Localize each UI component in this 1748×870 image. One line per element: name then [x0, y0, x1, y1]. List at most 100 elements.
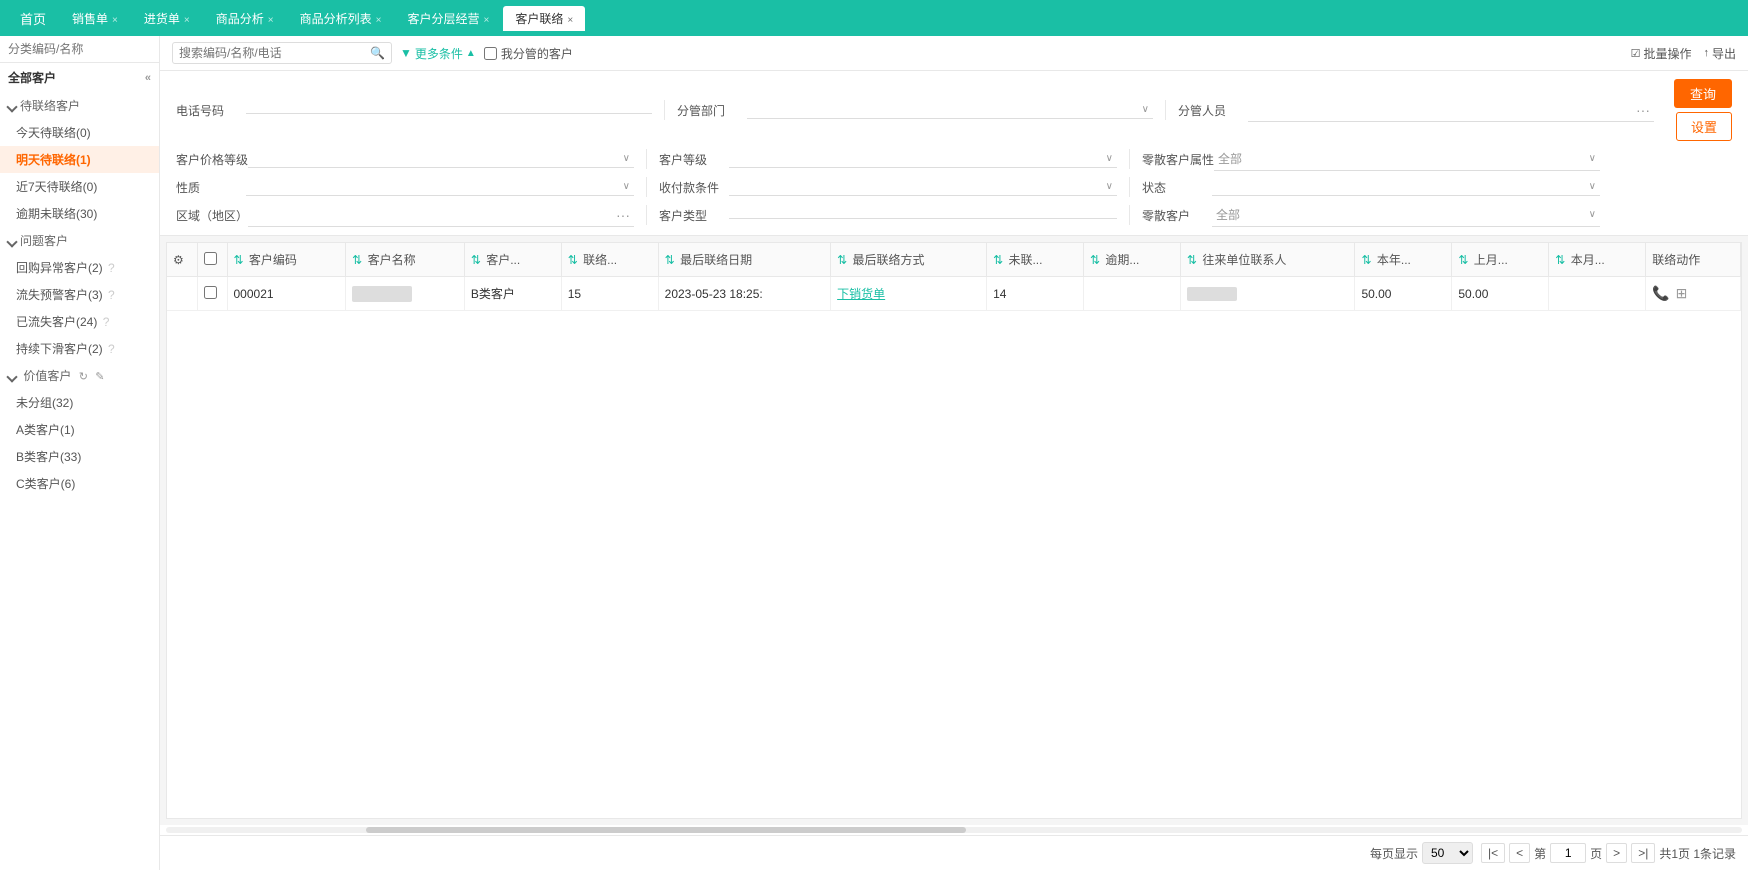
- nav-home[interactable]: 首页: [8, 5, 58, 32]
- row-this-month: [1549, 277, 1646, 311]
- col-name[interactable]: ⇅ 客户名称: [346, 243, 465, 277]
- export-btn[interactable]: ↑ 导出: [1703, 45, 1736, 62]
- problem-section-title: 问题客户: [0, 227, 159, 254]
- payment-chevron-icon: ∨: [1106, 181, 1113, 192]
- row-select-checkbox[interactable]: [204, 286, 217, 299]
- settings-button[interactable]: 设置: [1676, 112, 1732, 141]
- sidebar-item-class-c[interactable]: C类客户(6): [0, 470, 159, 497]
- sort-icon-ov: ⇅: [1090, 253, 1100, 267]
- collapse-icon[interactable]: «: [145, 72, 151, 84]
- col-this-year[interactable]: ⇅ 本年...: [1355, 243, 1452, 277]
- search-toolbar: 🔍 ▼ 更多条件 ▲ 我分管的客户 ☑ 批量操作 ↑ 导出: [160, 36, 1748, 71]
- value-level-select[interactable]: ∨: [248, 150, 634, 168]
- table-footer: 每页显示 50 100 200 |< < 第 页 > >| 共1页 1条记录: [160, 835, 1748, 870]
- row-last-method[interactable]: 下销货单: [831, 277, 987, 311]
- help-icon-0[interactable]: ?: [108, 261, 115, 275]
- filter-customer-level: 客户等级 ∨: [659, 150, 1117, 168]
- main-search-icon[interactable]: 🔍: [370, 46, 385, 60]
- action-grid-icon[interactable]: ⊞: [1676, 285, 1688, 302]
- help-icon-3[interactable]: ?: [108, 342, 115, 356]
- col-code[interactable]: ⇅ 客户编码: [227, 243, 346, 277]
- edit-icon[interactable]: ✎: [95, 371, 104, 383]
- sidebar-item-unclassified[interactable]: 未分组(32): [0, 389, 159, 416]
- col-this-month[interactable]: ⇅ 本月...: [1549, 243, 1646, 277]
- col-last-month[interactable]: ⇅ 上月...: [1452, 243, 1549, 277]
- pagination: |< < 第 页 > >| 共1页 1条记录: [1481, 843, 1736, 863]
- sidebar-item-churn-warning[interactable]: 流失预警客户(3) ?: [0, 281, 159, 308]
- help-icon-2[interactable]: ?: [103, 315, 110, 329]
- gender-select[interactable]: ∨: [246, 178, 634, 196]
- page-input[interactable]: [1550, 843, 1586, 863]
- col-last-method[interactable]: ⇅ 最后联络方式: [831, 243, 987, 277]
- customer-type-select[interactable]: [729, 212, 1117, 219]
- select-all-checkbox[interactable]: [204, 252, 217, 265]
- my-customers-checkbox-label[interactable]: 我分管的客户: [484, 45, 573, 62]
- sidebar-item-7days[interactable]: 近7天待联络(0): [0, 173, 159, 200]
- scrollbar-thumb[interactable]: [366, 827, 966, 833]
- col-last-date[interactable]: ⇅ 最后联络日期: [658, 243, 830, 277]
- export-icon: ↑: [1703, 47, 1709, 59]
- filter-payment: 收付款条件 ∨: [659, 178, 1117, 196]
- prev-page-btn[interactable]: <: [1509, 843, 1530, 863]
- row-name: [346, 277, 465, 311]
- nav-sales[interactable]: 销售单×: [60, 6, 130, 31]
- col-uncontacted[interactable]: ⇅ 未联...: [987, 243, 1084, 277]
- status-select[interactable]: ∨: [1212, 178, 1600, 196]
- value-section-title: 价值客户 ↻ ✎: [0, 362, 159, 389]
- batch-operation-btn[interactable]: ☑ 批量操作: [1631, 45, 1692, 62]
- retail-customer-select[interactable]: 全部 ∨: [1212, 203, 1600, 227]
- sort-icon-lm: ⇅: [1458, 253, 1468, 267]
- filter-region: 区域（地区） ···: [176, 204, 634, 227]
- sidebar-item-class-a[interactable]: A类客户(1): [0, 416, 159, 443]
- filter-retail-attr: 零散客户属性 全部 ∨: [1142, 147, 1600, 171]
- filter-phone: 电话号码: [176, 102, 652, 119]
- col-category[interactable]: ⇅ 客户...: [464, 243, 561, 277]
- col-overdue[interactable]: ⇅ 逾期...: [1083, 243, 1180, 277]
- top-navigation: 首页 销售单× 进货单× 商品分析× 商品分析列表× 客户分层经营× 客户联络×: [0, 0, 1748, 36]
- sidebar-item-tomorrow[interactable]: 明天待联络(1): [0, 146, 159, 173]
- nav-analysis-list[interactable]: 商品分析列表×: [288, 6, 394, 31]
- toolbar-right: ☑ 批量操作 ↑ 导出: [1631, 45, 1736, 62]
- nav-purchase[interactable]: 进货单×: [132, 6, 202, 31]
- last-page-btn[interactable]: >|: [1631, 843, 1655, 863]
- refresh-icon[interactable]: ↻: [79, 371, 88, 383]
- retail-attr-select[interactable]: 全部 ∨: [1214, 147, 1600, 171]
- main-search-input[interactable]: [179, 46, 370, 60]
- sidebar-item-churned[interactable]: 已流失客户(24) ?: [0, 308, 159, 335]
- sidebar-item-declining[interactable]: 持续下滑客户(2) ?: [0, 335, 159, 362]
- region-select[interactable]: ···: [248, 204, 634, 227]
- help-icon-1[interactable]: ?: [108, 288, 115, 302]
- col-contact-person[interactable]: ⇅ 往来单位联系人: [1180, 243, 1355, 277]
- more-conditions-btn[interactable]: ▼ 更多条件 ▲: [400, 45, 476, 62]
- horizontal-scrollbar[interactable]: [160, 825, 1748, 835]
- region-more-icon[interactable]: ···: [616, 207, 630, 223]
- filter-dept: 分管部门 ∨: [677, 101, 1153, 119]
- sidebar-item-class-b[interactable]: B类客户(33): [0, 443, 159, 470]
- dept-select[interactable]: ∨: [747, 101, 1153, 119]
- first-page-btn[interactable]: |<: [1481, 843, 1505, 863]
- col-contact[interactable]: ⇅ 联络...: [561, 243, 658, 277]
- payment-select[interactable]: ∨: [729, 178, 1117, 196]
- nav-analysis[interactable]: 商品分析×: [204, 6, 286, 31]
- person-label: 分管人员: [1178, 102, 1248, 119]
- sidebar-item-repurchase-abnormal[interactable]: 回购异常客户(2) ?: [0, 254, 159, 281]
- customer-level-select[interactable]: ∨: [729, 150, 1117, 168]
- table-row: 000021 B类客户 15 2023-05-23 18:25: 下销货单 14: [167, 277, 1741, 311]
- nav-customer-contact[interactable]: 客户联络×: [503, 6, 585, 31]
- sidebar-item-overdue[interactable]: 逾期未联络(30): [0, 200, 159, 227]
- all-customers-header[interactable]: 全部客户 «: [0, 63, 159, 92]
- phone-input[interactable]: [246, 107, 652, 114]
- action-phone-icon[interactable]: 📞: [1652, 285, 1669, 302]
- my-customers-checkbox[interactable]: [484, 47, 497, 60]
- nav-customer-tier[interactable]: 客户分层经营×: [395, 6, 501, 31]
- next-page-btn[interactable]: >: [1606, 843, 1627, 863]
- person-select[interactable]: ···: [1248, 99, 1654, 122]
- per-page-select[interactable]: 50 100 200: [1422, 842, 1473, 864]
- person-more-icon[interactable]: ···: [1636, 102, 1650, 118]
- row-code: 000021: [227, 277, 346, 311]
- col-gear[interactable]: ⚙: [167, 243, 197, 277]
- query-button[interactable]: 查询: [1674, 79, 1732, 108]
- sidebar-item-today[interactable]: 今天待联络(0): [0, 119, 159, 146]
- sidebar-search-input[interactable]: [8, 42, 160, 56]
- gear-icon[interactable]: ⚙: [173, 253, 184, 267]
